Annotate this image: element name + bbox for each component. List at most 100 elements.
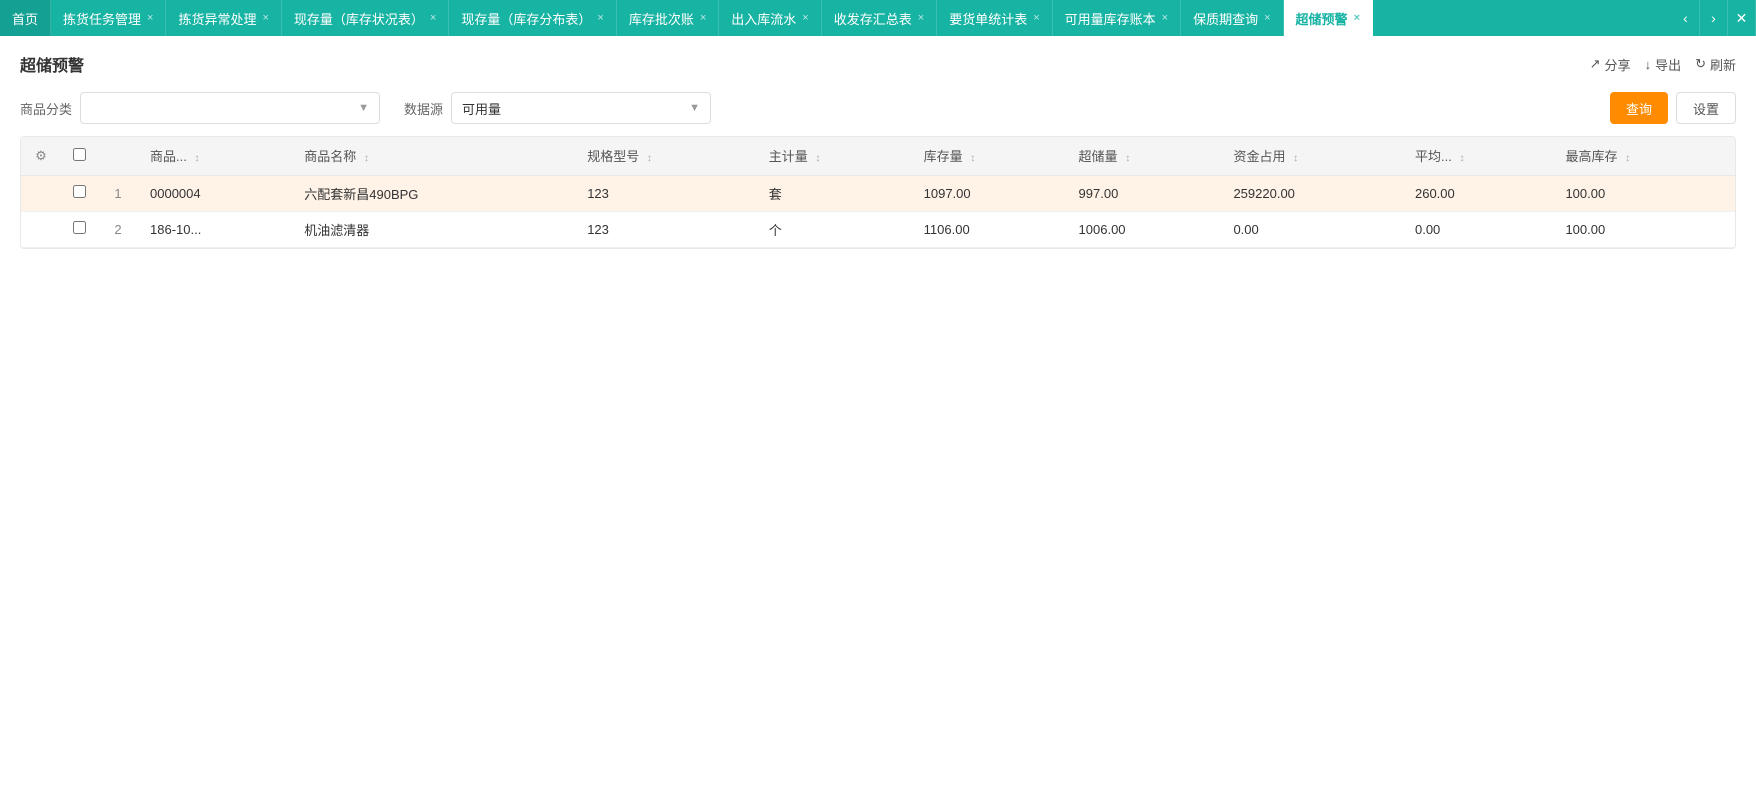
topbar-tab-6[interactable]: 出入库流水 ×: [719, 0, 821, 36]
row-unit-1: 个: [757, 211, 912, 247]
row-checkbox-cell-1[interactable]: [61, 211, 98, 247]
title-actions: ↗ 分享 ↓ 导出 ↻ 刷新: [1590, 55, 1736, 74]
sort-avg-icon: ↕: [1459, 153, 1464, 164]
col-stock[interactable]: 库存量 ↕: [912, 137, 1067, 175]
datasource-label: 数据源: [404, 99, 443, 118]
row-stock-0: 1097.00: [912, 175, 1067, 211]
tab-close-icon-11[interactable]: ×: [1354, 12, 1360, 24]
col-product-name[interactable]: 商品名称 ↕: [292, 137, 575, 175]
row-capital-0: 259220.00: [1221, 175, 1403, 211]
select-all-checkbox[interactable]: [73, 148, 86, 161]
filter-actions: 查询 设置: [1610, 92, 1736, 124]
row-avg-1: 0.00: [1403, 211, 1553, 247]
row-max-stock-0: 100.00: [1553, 175, 1735, 211]
share-button[interactable]: ↗ 分享: [1590, 55, 1631, 74]
col-product-code[interactable]: 商品... ↕: [138, 137, 292, 175]
row-num-0: 1: [98, 175, 138, 211]
page-title: 超储预警: [20, 52, 84, 76]
topbar: 首页拣货任务管理 ×拣货异常处理 ×现存量（库存状况表） ×现存量（库存分布表）…: [0, 0, 1756, 36]
topbar-tab-10[interactable]: 保质期查询 ×: [1181, 0, 1283, 36]
nav-next-button[interactable]: ›: [1700, 0, 1728, 36]
row-max-stock-1: 100.00: [1553, 211, 1735, 247]
row-capital-1: 0.00: [1221, 211, 1403, 247]
row-overstock-1: 1006.00: [1067, 211, 1222, 247]
col-stock-label: 库存量: [924, 149, 963, 164]
row-product-name-1: 机油滤清器: [292, 211, 575, 247]
tab-close-icon-1[interactable]: ×: [147, 12, 153, 24]
row-settings-1: [21, 211, 61, 247]
topbar-tab-11[interactable]: 超储预警 ×: [1284, 0, 1373, 36]
col-product-code-label: 商品...: [150, 149, 187, 164]
tab-close-icon-3[interactable]: ×: [430, 12, 436, 24]
col-avg-label: 平均...: [1415, 149, 1452, 164]
sort-product-name-icon: ↕: [364, 153, 369, 164]
row-product-code-0: 0000004: [138, 175, 292, 211]
tab-close-icon-2[interactable]: ×: [262, 12, 268, 24]
page-container: 超储预警 ↗ 分享 ↓ 导出 ↻ 刷新 商品分类 ▼ 数据源: [0, 36, 1756, 265]
col-avg[interactable]: 平均... ↕: [1403, 137, 1553, 175]
col-max-stock[interactable]: 最高库存 ↕: [1553, 137, 1735, 175]
col-settings[interactable]: ⚙: [21, 137, 61, 175]
row-stock-1: 1106.00: [912, 211, 1067, 247]
row-spec-1: 123: [575, 211, 757, 247]
tab-close-icon-10[interactable]: ×: [1264, 12, 1270, 24]
row-overstock-0: 997.00: [1067, 175, 1222, 211]
category-chevron-icon: ▼: [358, 102, 369, 114]
topbar-tab-4[interactable]: 现存量（库存分布表） ×: [449, 0, 616, 36]
sort-capital-icon: ↕: [1293, 153, 1298, 164]
export-button[interactable]: ↓ 导出: [1645, 55, 1682, 74]
row-checkbox-0[interactable]: [73, 185, 86, 198]
row-num-1: 2: [98, 211, 138, 247]
row-avg-0: 260.00: [1403, 175, 1553, 211]
col-checkbox-header[interactable]: [61, 137, 98, 175]
col-capital[interactable]: 资金占用 ↕: [1221, 137, 1403, 175]
topbar-tab-9[interactable]: 可用量库存账本 ×: [1053, 0, 1181, 36]
col-unit-label: 主计量: [769, 149, 808, 164]
tab-close-icon-6[interactable]: ×: [802, 12, 808, 24]
col-spec[interactable]: 规格型号 ↕: [575, 137, 757, 175]
col-spec-label: 规格型号: [587, 149, 639, 164]
tab-close-icon-8[interactable]: ×: [1033, 12, 1039, 24]
refresh-button[interactable]: ↻ 刷新: [1695, 55, 1736, 74]
page-title-row: 超储预警 ↗ 分享 ↓ 导出 ↻ 刷新: [20, 52, 1736, 76]
sort-max-stock-icon: ↕: [1625, 153, 1630, 164]
export-label: 导出: [1655, 55, 1681, 74]
table-row: 1 0000004 六配套新昌490BPG 123 套 1097.00 997.…: [21, 175, 1735, 211]
row-checkbox-cell-0[interactable]: [61, 175, 98, 211]
row-unit-0: 套: [757, 175, 912, 211]
row-checkbox-1[interactable]: [73, 221, 86, 234]
topbar-tab-3[interactable]: 现存量（库存状况表） ×: [282, 0, 449, 36]
table-row: 2 186-10... 机油滤清器 123 个 1106.00 1006.00 …: [21, 211, 1735, 247]
nav-prev-button[interactable]: ‹: [1672, 0, 1700, 36]
category-select[interactable]: ▼: [80, 92, 380, 124]
share-icon: ↗: [1590, 56, 1601, 72]
topbar-tab-7[interactable]: 收发存汇总表 ×: [822, 0, 937, 36]
table-body: 1 0000004 六配套新昌490BPG 123 套 1097.00 997.…: [21, 175, 1735, 247]
sort-overstock-icon: ↕: [1125, 153, 1130, 164]
row-settings-0: [21, 175, 61, 211]
query-button[interactable]: 查询: [1610, 92, 1668, 124]
topbar-tab-8[interactable]: 要货单统计表 ×: [937, 0, 1052, 36]
topbar-tab-1[interactable]: 拣货任务管理 ×: [51, 0, 166, 36]
category-filter: 商品分类 ▼: [20, 92, 380, 124]
settings-button[interactable]: 设置: [1676, 92, 1736, 124]
sort-unit-icon: ↕: [815, 153, 820, 164]
col-unit[interactable]: 主计量 ↕: [757, 137, 912, 175]
datasource-value: 可用量: [462, 99, 501, 118]
tab-close-icon-9[interactable]: ×: [1162, 12, 1168, 24]
refresh-label: 刷新: [1710, 55, 1736, 74]
tab-close-icon-5[interactable]: ×: [700, 12, 706, 24]
row-product-code-1: 186-10...: [138, 211, 292, 247]
topbar-tab-2[interactable]: 拣货异常处理 ×: [166, 0, 281, 36]
topbar-tab-5[interactable]: 库存批次账 ×: [617, 0, 719, 36]
topbar-tab-0[interactable]: 首页: [0, 0, 51, 36]
col-overstock[interactable]: 超储量 ↕: [1067, 137, 1222, 175]
tab-close-icon-7[interactable]: ×: [918, 12, 924, 24]
datasource-select[interactable]: 可用量 ▼: [451, 92, 711, 124]
share-label: 分享: [1605, 55, 1631, 74]
col-capital-label: 资金占用: [1233, 149, 1285, 164]
nav-close-button[interactable]: ✕: [1728, 0, 1756, 36]
datasource-filter: 数据源 可用量 ▼: [404, 92, 711, 124]
tab-close-icon-4[interactable]: ×: [597, 12, 603, 24]
filter-row: 商品分类 ▼ 数据源 可用量 ▼ 查询 设置: [20, 92, 1736, 124]
